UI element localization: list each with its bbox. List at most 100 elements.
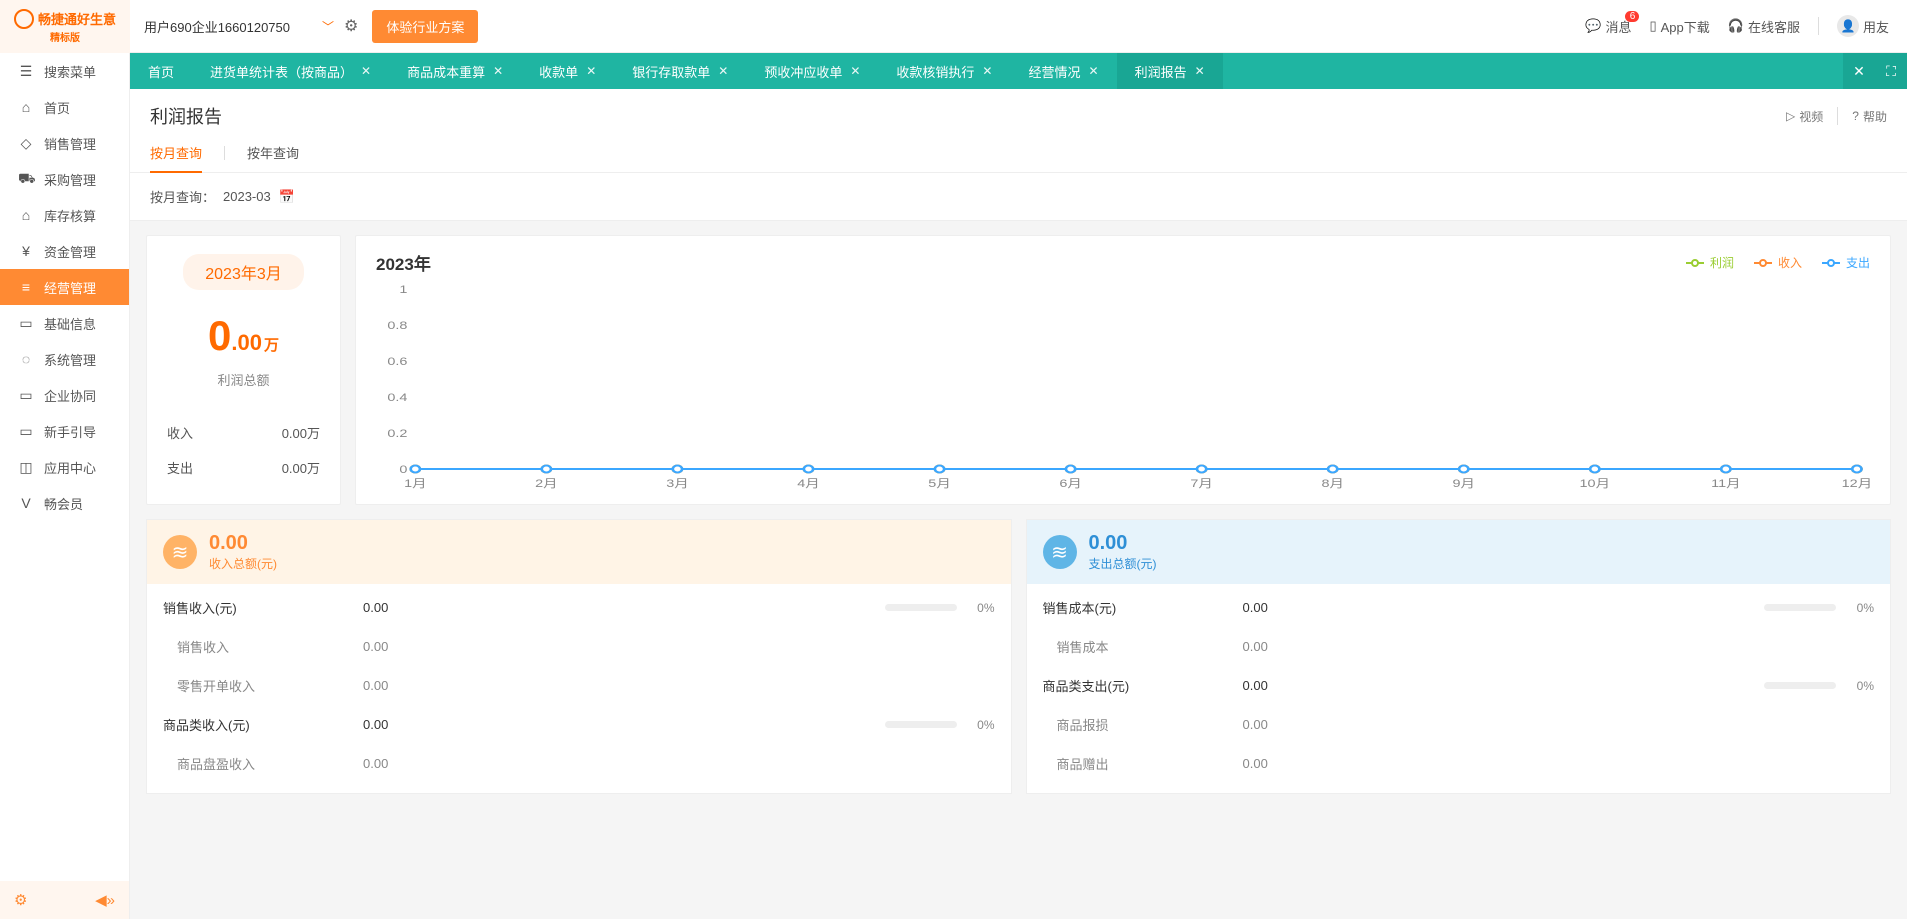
sidebar-item-label: 资金管理	[44, 242, 96, 261]
profit-total-label: 利润总额	[217, 370, 269, 389]
svg-text:0.6: 0.6	[387, 355, 407, 368]
tab-close-icon[interactable]: ✕	[361, 64, 371, 78]
sidebar-item[interactable]: ≡经营管理	[0, 269, 129, 305]
sidebar-item[interactable]: ▭新手引导	[0, 413, 129, 449]
legend-profit[interactable]: 利润	[1686, 254, 1734, 271]
data-row: 销售收入(元)0.000%	[163, 588, 995, 627]
gear-icon[interactable]: ⚙	[344, 16, 358, 36]
sidebar-item[interactable]: ◌系统管理	[0, 341, 129, 377]
coins-plus-icon: ≋	[163, 535, 197, 569]
summary-card: 2023年3月 0 .00 万 利润总额 收入0.00万支出0.00万	[146, 235, 341, 505]
sidebar-item[interactable]: ☰搜索菜单	[0, 53, 129, 89]
data-row-value: 0.00	[1243, 600, 1503, 615]
data-row-value: 0.00	[363, 639, 623, 654]
tab-close-all-icon[interactable]: ✕	[1843, 53, 1875, 89]
data-row-value: 0.00	[1243, 639, 1503, 654]
sidebar-item[interactable]: ◇销售管理	[0, 125, 129, 161]
online-service-button[interactable]: 🎧 在线客服	[1728, 17, 1800, 36]
sidebar-item-label: 库存核算	[44, 206, 96, 225]
tab[interactable]: 利润报告✕	[1117, 53, 1223, 89]
bar-pct: 0%	[1846, 679, 1874, 693]
data-row-value: 0.00	[1243, 678, 1503, 693]
tab-close-icon[interactable]: ✕	[982, 64, 992, 78]
tab-close-icon[interactable]: ✕	[1195, 64, 1205, 78]
sidebar-item[interactable]: ▭企业协同	[0, 377, 129, 413]
trial-button[interactable]: 体验行业方案	[372, 10, 478, 43]
tenant-select[interactable]: 用户690企业1660120750 ﹀	[144, 17, 334, 36]
tabs-bar: 首页进货单统计表（按商品）✕商品成本重算✕收款单✕银行存取款单✕预收冲应收单✕收…	[130, 53, 1907, 89]
data-row: 商品赠出0.00	[1043, 744, 1875, 783]
tab[interactable]: 收款单✕	[521, 53, 614, 89]
sidebar-item[interactable]: ⌂首页	[0, 89, 129, 125]
summary-row-value: 0.00万	[282, 458, 320, 477]
user-menu[interactable]: 👤 用友	[1837, 15, 1889, 37]
sidebar-item[interactable]: V 畅会员	[0, 485, 129, 521]
query-tab-year[interactable]: 按年查询	[247, 143, 299, 172]
data-row-label: 销售成本(元)	[1043, 598, 1243, 617]
sidebar-item[interactable]: ▭基础信息	[0, 305, 129, 341]
expense-total-value: 0.00	[1089, 532, 1157, 555]
sidebar-item-icon: ◫	[18, 459, 34, 476]
data-row-label: 销售收入	[163, 637, 363, 656]
tab-expand-icon[interactable]: ⛶	[1875, 53, 1907, 89]
svg-text:0.4: 0.4	[387, 391, 407, 404]
income-total-label: 收入总额(元)	[209, 555, 277, 572]
expense-total-label: 支出总额(元)	[1089, 555, 1157, 572]
query-label: 按月查询：	[150, 187, 215, 206]
tab-close-icon[interactable]: ✕	[1089, 64, 1099, 78]
tab[interactable]: 商品成本重算✕	[389, 53, 521, 89]
svg-text:12月: 12月	[1842, 477, 1870, 490]
help-link[interactable]: ?帮助	[1852, 108, 1887, 125]
sidebar-item[interactable]: ◫应用中心	[0, 449, 129, 485]
legend-expense[interactable]: 支出	[1822, 254, 1870, 271]
tab[interactable]: 收款核销执行✕	[878, 53, 1010, 89]
legend-mark-icon	[1686, 259, 1704, 267]
data-row-value: 0.00	[1243, 756, 1503, 771]
sidebar-item[interactable]: ⛟采购管理	[0, 161, 129, 197]
legend-income[interactable]: 收入	[1754, 254, 1802, 271]
sidebar-item-label: 畅会员	[44, 494, 83, 513]
sidebar-item[interactable]: ⌂ 库存核算	[0, 197, 129, 233]
query-date-value[interactable]: 2023-03	[223, 189, 271, 204]
sidebar-item-label: 经营管理	[44, 278, 96, 297]
messages-button[interactable]: 💬 消息 6	[1585, 17, 1631, 36]
income-total-value: 0.00	[209, 532, 277, 555]
tab[interactable]: 预收冲应收单✕	[746, 53, 878, 89]
tab-close-icon[interactable]: ✕	[493, 64, 503, 78]
online-service-label: 在线客服	[1748, 17, 1800, 36]
svg-text:0: 0	[399, 463, 407, 476]
sidebar-item-label: 基础信息	[44, 314, 96, 333]
svg-text:8月: 8月	[1321, 477, 1343, 490]
logo[interactable]: 畅捷通好生意 精标版	[0, 0, 130, 53]
tab[interactable]: 经营情况✕	[1010, 53, 1116, 89]
tab[interactable]: 银行存取款单✕	[614, 53, 746, 89]
tab[interactable]: 进货单统计表（按商品）✕	[192, 53, 389, 89]
video-link[interactable]: ▷视频	[1786, 108, 1823, 125]
tab-close-icon[interactable]: ✕	[850, 64, 860, 78]
tab-label: 首页	[148, 62, 174, 81]
chart-card: 2023年 利润 收入 支出 00.20.40.60.811月2月3月4月5月6…	[355, 235, 1891, 505]
sidebar-item-label: 销售管理	[44, 134, 96, 153]
sidebar-item-icon: ▭	[18, 423, 34, 440]
summary-row: 收入0.00万	[167, 415, 320, 450]
settings-icon[interactable]: ⚙	[14, 891, 27, 909]
calendar-icon[interactable]: 📅	[279, 189, 295, 205]
query-tab-month[interactable]: 按月查询	[150, 143, 202, 172]
sidebar-item-icon: ⌂	[18, 207, 34, 223]
data-row: 商品报损0.00	[1043, 705, 1875, 744]
tab-close-icon[interactable]: ✕	[586, 64, 596, 78]
svg-text:4月: 4月	[797, 477, 819, 490]
tab-close-icon[interactable]: ✕	[718, 64, 728, 78]
sidebar-footer: ⚙ ◀»	[0, 881, 129, 919]
page-title: 利润报告	[150, 103, 222, 129]
chart-area[interactable]: 00.20.40.60.811月2月3月4月5月6月7月8月9月10月11月12…	[376, 283, 1870, 496]
sidebar-item[interactable]: ¥资金管理	[0, 233, 129, 269]
tab[interactable]: 首页	[130, 53, 192, 89]
phone-icon: ▯	[1649, 18, 1656, 34]
data-row-label: 销售收入(元)	[163, 598, 363, 617]
collapse-icon[interactable]: ◀»	[95, 891, 115, 909]
divider	[224, 146, 225, 160]
app-download-button[interactable]: ▯ App下载	[1649, 17, 1709, 36]
sidebar: ☰搜索菜单⌂首页◇销售管理⛟采购管理⌂库存核算¥资金管理≡经营管理▭基础信息◌系…	[0, 53, 130, 919]
sidebar-item-icon: V	[18, 495, 34, 511]
